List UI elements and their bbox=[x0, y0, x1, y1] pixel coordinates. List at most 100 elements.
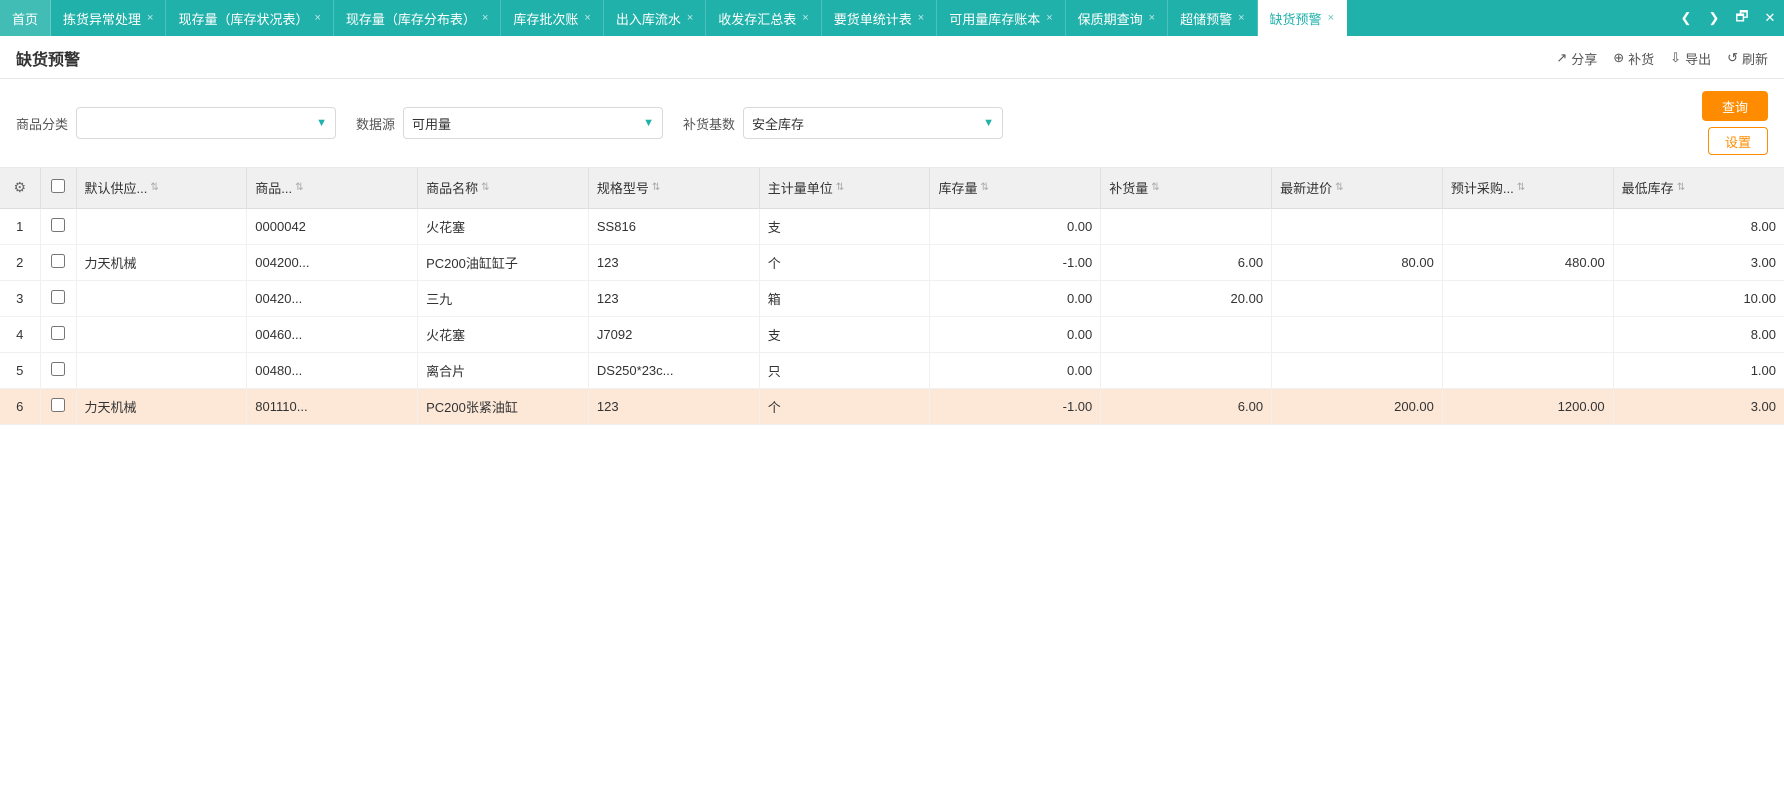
share-icon: ↗ bbox=[1556, 50, 1567, 66]
unit-sort-icon[interactable]: ⇅ bbox=[836, 182, 844, 193]
refresh-btn[interactable]: ↺ 刷新 bbox=[1727, 49, 1768, 68]
cell-spec: 123 bbox=[588, 388, 759, 424]
tab-item-inventory-status[interactable]: 现存量（库存状况表）× bbox=[166, 0, 333, 36]
cell-name: PC200张紧油缸 bbox=[418, 388, 589, 424]
cell-checkbox[interactable] bbox=[40, 388, 76, 424]
row-checkbox[interactable] bbox=[51, 398, 65, 412]
tab-close-icon[interactable]: × bbox=[314, 12, 320, 24]
tab-label: 现存量（库存分布表） bbox=[346, 9, 476, 28]
cell-estimated-purchase bbox=[1442, 208, 1613, 244]
cell-estimated-purchase bbox=[1442, 352, 1613, 388]
cell-code: 00480... bbox=[247, 352, 418, 388]
cell-index: 3 bbox=[0, 280, 40, 316]
settings-gear-icon[interactable]: ⚙ bbox=[13, 179, 26, 195]
cell-checkbox[interactable] bbox=[40, 208, 76, 244]
tab-item-requisition-stats[interactable]: 要货单统计表 × bbox=[822, 0, 937, 36]
tab-close-icon[interactable]: × bbox=[918, 12, 924, 24]
tab-close-icon[interactable]: × bbox=[1328, 12, 1334, 24]
row-checkbox[interactable] bbox=[51, 254, 65, 268]
tab-item-inventory-dist[interactable]: 现存量（库存分布表） × bbox=[334, 0, 501, 36]
cell-index: 2 bbox=[0, 244, 40, 280]
cell-code: 00420... bbox=[247, 280, 418, 316]
purchase-sort-icon[interactable]: ⇅ bbox=[1517, 182, 1525, 193]
cell-spec: SS816 bbox=[588, 208, 759, 244]
stock-sort-icon[interactable]: ⇅ bbox=[981, 182, 989, 193]
th-supplier: 默认供应...⇅ bbox=[76, 168, 247, 208]
code-sort-icon[interactable]: ⇅ bbox=[295, 182, 303, 193]
export-btn[interactable]: ⇩ 导出 bbox=[1670, 49, 1711, 68]
tab-close-icon[interactable]: × bbox=[1149, 12, 1155, 24]
cell-checkbox[interactable] bbox=[40, 316, 76, 352]
tab-close-btn[interactable]: ✕ bbox=[1756, 0, 1784, 36]
cell-spec: 123 bbox=[588, 244, 759, 280]
table-row: 4 00460... 火花塞 J7092 支 0.00 8.00 bbox=[0, 316, 1784, 352]
row-checkbox[interactable] bbox=[51, 362, 65, 376]
cell-checkbox[interactable] bbox=[40, 352, 76, 388]
cell-spec: DS250*23c... bbox=[588, 352, 759, 388]
cell-index: 1 bbox=[0, 208, 40, 244]
tab-item-collect-summary[interactable]: 收发存汇总表 × bbox=[706, 0, 821, 36]
share-btn[interactable]: ↗ 分享 bbox=[1556, 49, 1597, 68]
cell-restock: 6.00 bbox=[1101, 388, 1272, 424]
minstock-sort-icon[interactable]: ⇅ bbox=[1677, 182, 1685, 193]
cell-checkbox[interactable] bbox=[40, 244, 76, 280]
th-estimated-purchase: 预计采购...⇅ bbox=[1442, 168, 1613, 208]
tab-item-expiry-query[interactable]: 保质期查询× bbox=[1066, 0, 1168, 36]
filter-bar: 商品分类 ▼ 数据源 可用量 ▼ 补货基数 安全库存 ▼ bbox=[0, 79, 1784, 168]
cell-stock: -1.00 bbox=[930, 388, 1101, 424]
settings-button[interactable]: 设置 bbox=[1708, 127, 1768, 155]
name-sort-icon[interactable]: ⇅ bbox=[481, 182, 489, 193]
tab-close-icon[interactable]: × bbox=[687, 12, 693, 24]
tab-item-abnormal[interactable]: 拣货异常处理 × bbox=[51, 0, 166, 36]
tab-prev-btn[interactable]: ❮ bbox=[1672, 0, 1700, 36]
tab-label: 收发存汇总表 bbox=[718, 9, 796, 28]
tab-close-icon[interactable]: × bbox=[802, 12, 808, 24]
tab-item-overstock[interactable]: 超储预警× bbox=[1168, 0, 1257, 36]
supplier-sort-icon[interactable]: ⇅ bbox=[150, 182, 158, 193]
restock-basis-value: 安全库存 bbox=[752, 114, 804, 133]
tab-label: 拣货异常处理 bbox=[63, 9, 141, 28]
cell-min-stock: 3.00 bbox=[1613, 244, 1784, 280]
tab-next-btn[interactable]: ❯ bbox=[1700, 0, 1728, 36]
th-name: 商品名称⇅ bbox=[418, 168, 589, 208]
th-unit: 主计量单位⇅ bbox=[759, 168, 930, 208]
category-label: 商品分类 bbox=[16, 114, 68, 133]
restock-sort-icon[interactable]: ⇅ bbox=[1151, 182, 1159, 193]
tab-item-shortage[interactable]: 缺货预警× bbox=[1258, 0, 1347, 36]
data-table: ⚙ 默认供应...⇅ 商品...⇅ 商品名称⇅ bbox=[0, 168, 1784, 425]
restock-btn[interactable]: ⊕ 补货 bbox=[1613, 49, 1654, 68]
query-button[interactable]: 查询 bbox=[1702, 91, 1768, 121]
row-checkbox[interactable] bbox=[51, 326, 65, 340]
row-checkbox[interactable] bbox=[51, 218, 65, 232]
cell-min-stock: 1.00 bbox=[1613, 352, 1784, 388]
row-checkbox[interactable] bbox=[51, 290, 65, 304]
restock-basis-select[interactable]: 安全库存 ▼ bbox=[743, 107, 1003, 139]
tab-item-home[interactable]: 首页 bbox=[0, 0, 51, 36]
tab-item-available-ledger[interactable]: 可用量库存账本× bbox=[937, 0, 1065, 36]
tab-item-inout-flow[interactable]: 出入库流水× bbox=[604, 0, 706, 36]
tab-close-icon[interactable]: × bbox=[1238, 12, 1244, 24]
tab-close-icon[interactable]: × bbox=[147, 12, 153, 24]
tab-close-icon[interactable]: × bbox=[584, 12, 590, 24]
cell-latest-price: 200.00 bbox=[1272, 388, 1443, 424]
datasource-arrow-icon: ▼ bbox=[643, 117, 654, 129]
cell-estimated-purchase: 1200.00 bbox=[1442, 388, 1613, 424]
tab-label: 要货单统计表 bbox=[834, 9, 912, 28]
cell-supplier bbox=[76, 316, 247, 352]
tab-restore-btn[interactable]: 🗗 bbox=[1728, 0, 1756, 36]
cell-name: 离合片 bbox=[418, 352, 589, 388]
select-all-checkbox[interactable] bbox=[51, 179, 65, 193]
price-sort-icon[interactable]: ⇅ bbox=[1335, 182, 1343, 193]
tab-close-icon[interactable]: × bbox=[482, 12, 488, 24]
cell-restock: 6.00 bbox=[1101, 244, 1272, 280]
cell-latest-price bbox=[1272, 352, 1443, 388]
category-select[interactable]: ▼ bbox=[76, 107, 336, 139]
spec-sort-icon[interactable]: ⇅ bbox=[652, 182, 660, 193]
tab-item-batch-account[interactable]: 库存批次账× bbox=[501, 0, 603, 36]
th-latest-price: 最新进价⇅ bbox=[1272, 168, 1443, 208]
cell-latest-price bbox=[1272, 316, 1443, 352]
datasource-select[interactable]: 可用量 ▼ bbox=[403, 107, 663, 139]
tab-close-icon[interactable]: × bbox=[1046, 12, 1052, 24]
cell-latest-price bbox=[1272, 208, 1443, 244]
cell-checkbox[interactable] bbox=[40, 280, 76, 316]
